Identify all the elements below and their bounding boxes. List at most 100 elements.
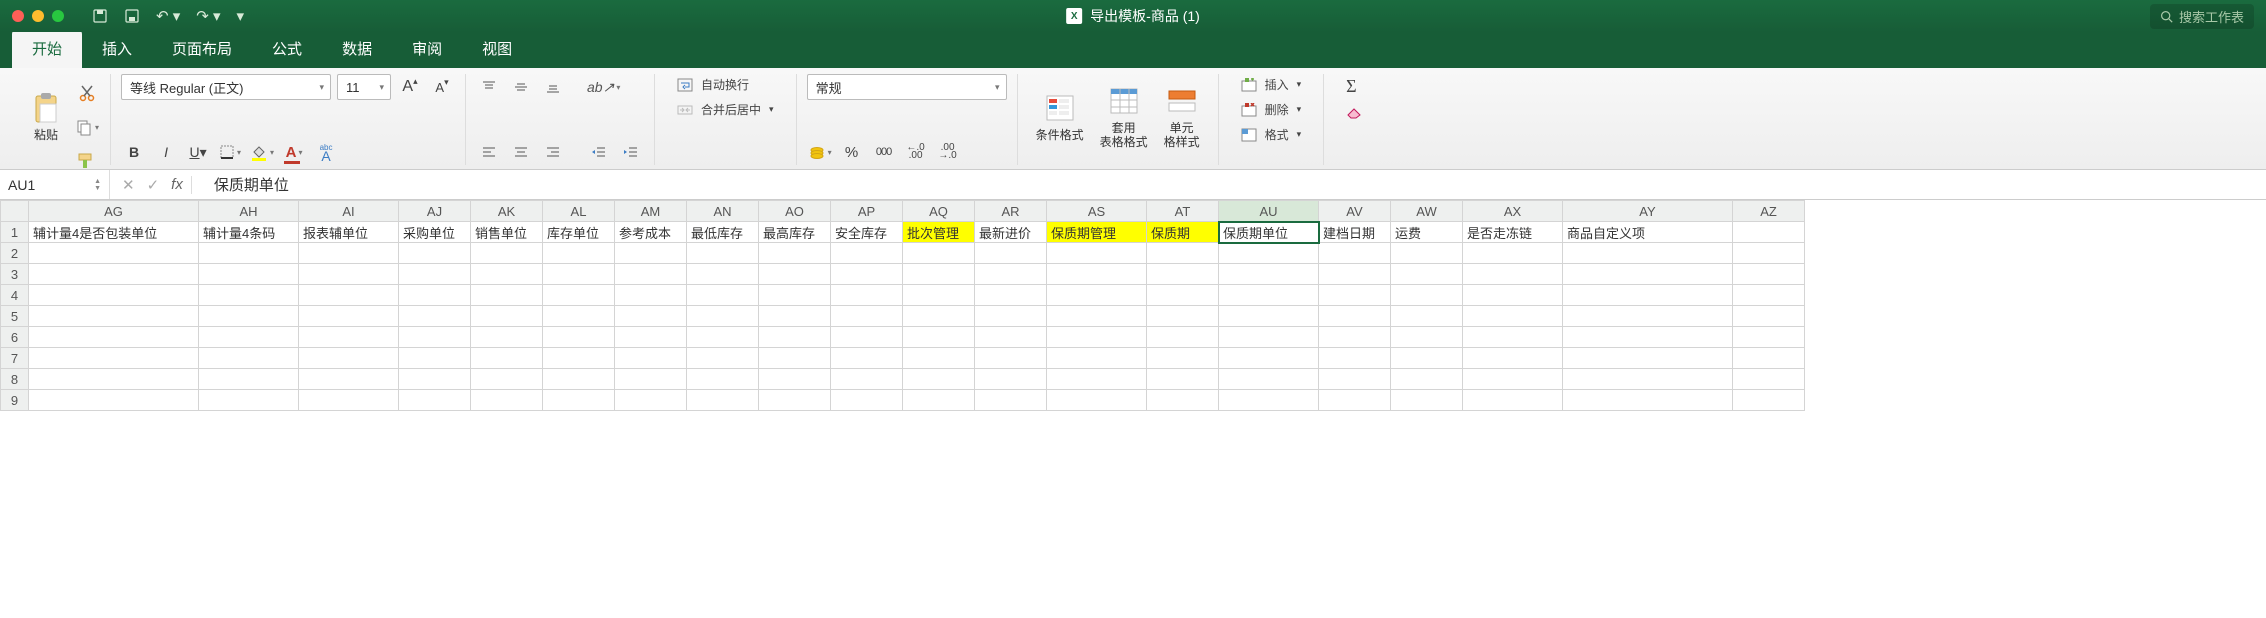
cell[interactable] bbox=[1319, 348, 1391, 369]
cell[interactable]: 建档日期 bbox=[1319, 222, 1391, 243]
cell[interactable] bbox=[471, 348, 543, 369]
cell[interactable] bbox=[975, 390, 1047, 411]
cell[interactable] bbox=[29, 369, 199, 390]
cell[interactable] bbox=[543, 264, 615, 285]
cell[interactable] bbox=[1391, 306, 1463, 327]
cell[interactable] bbox=[1563, 264, 1733, 285]
formula-input[interactable]: 保质期单位 bbox=[204, 174, 2266, 195]
cell[interactable] bbox=[759, 264, 831, 285]
column-header[interactable]: AK bbox=[471, 201, 543, 222]
cell[interactable] bbox=[615, 306, 687, 327]
cell[interactable]: 最新进价 bbox=[975, 222, 1047, 243]
cell[interactable] bbox=[1563, 285, 1733, 306]
clear-button[interactable] bbox=[1342, 103, 1368, 121]
cell[interactable] bbox=[199, 369, 299, 390]
cell[interactable] bbox=[1047, 369, 1147, 390]
column-header[interactable]: AN bbox=[687, 201, 759, 222]
cell[interactable] bbox=[29, 243, 199, 264]
cell[interactable] bbox=[399, 369, 471, 390]
cell[interactable] bbox=[299, 306, 399, 327]
minimize-window[interactable] bbox=[32, 10, 44, 22]
format-cells-button[interactable]: 格式▾ bbox=[1237, 124, 1306, 145]
cell[interactable] bbox=[543, 285, 615, 306]
cell[interactable] bbox=[759, 306, 831, 327]
cell[interactable] bbox=[903, 369, 975, 390]
cell[interactable] bbox=[399, 285, 471, 306]
column-header[interactable]: AX bbox=[1463, 201, 1563, 222]
cell[interactable] bbox=[831, 369, 903, 390]
cell[interactable] bbox=[1733, 369, 1805, 390]
cell[interactable] bbox=[543, 327, 615, 348]
column-header[interactable]: AU bbox=[1219, 201, 1319, 222]
column-header[interactable]: AH bbox=[199, 201, 299, 222]
cell[interactable] bbox=[975, 348, 1047, 369]
cell[interactable] bbox=[1147, 369, 1219, 390]
cancel-formula-icon[interactable]: ✕ bbox=[122, 176, 135, 194]
decrease-indent-button[interactable] bbox=[586, 139, 612, 165]
increase-font-button[interactable]: A▴ bbox=[397, 74, 423, 100]
tab-home[interactable]: 开始 bbox=[12, 30, 82, 68]
cell[interactable] bbox=[687, 327, 759, 348]
cell[interactable] bbox=[299, 327, 399, 348]
cell[interactable] bbox=[903, 327, 975, 348]
save-icon[interactable] bbox=[92, 8, 108, 24]
cell[interactable] bbox=[199, 264, 299, 285]
cell[interactable] bbox=[831, 348, 903, 369]
cell[interactable] bbox=[199, 306, 299, 327]
cell[interactable] bbox=[615, 369, 687, 390]
cell[interactable] bbox=[759, 390, 831, 411]
conditional-formatting-button[interactable]: 条件格式 bbox=[1028, 74, 1092, 160]
cell[interactable] bbox=[759, 348, 831, 369]
cell[interactable] bbox=[29, 306, 199, 327]
tab-insert[interactable]: 插入 bbox=[82, 30, 152, 68]
cell[interactable] bbox=[1147, 348, 1219, 369]
cell[interactable] bbox=[299, 243, 399, 264]
decrease-font-button[interactable]: A▾ bbox=[429, 74, 455, 100]
cell[interactable] bbox=[299, 369, 399, 390]
cell[interactable]: 辅计量4条码 bbox=[199, 222, 299, 243]
row-header[interactable]: 8 bbox=[1, 369, 29, 390]
cell[interactable] bbox=[29, 327, 199, 348]
font-size-select[interactable]: 11 bbox=[337, 74, 391, 100]
cell[interactable] bbox=[831, 285, 903, 306]
format-painter-button[interactable] bbox=[74, 148, 100, 174]
cell[interactable] bbox=[1463, 390, 1563, 411]
align-bottom-button[interactable] bbox=[540, 74, 566, 100]
cell[interactable] bbox=[831, 243, 903, 264]
cell[interactable] bbox=[1733, 285, 1805, 306]
row-header[interactable]: 4 bbox=[1, 285, 29, 306]
cell[interactable]: 辅计量4是否包装单位 bbox=[29, 222, 199, 243]
cell[interactable] bbox=[399, 327, 471, 348]
cell[interactable] bbox=[903, 243, 975, 264]
cell[interactable] bbox=[1563, 348, 1733, 369]
cell[interactable] bbox=[687, 306, 759, 327]
cell[interactable] bbox=[687, 390, 759, 411]
cell[interactable] bbox=[1219, 285, 1319, 306]
paste-button[interactable]: 粘贴 bbox=[22, 74, 70, 160]
increase-indent-button[interactable] bbox=[618, 139, 644, 165]
cell[interactable] bbox=[759, 285, 831, 306]
cell[interactable] bbox=[1733, 264, 1805, 285]
align-right-button[interactable] bbox=[540, 139, 566, 165]
insert-cells-button[interactable]: 插入▾ bbox=[1237, 74, 1306, 95]
cell[interactable] bbox=[1319, 285, 1391, 306]
row-header[interactable]: 6 bbox=[1, 327, 29, 348]
cell[interactable]: 是否走冻链 bbox=[1463, 222, 1563, 243]
cell[interactable] bbox=[687, 264, 759, 285]
cell[interactable] bbox=[1563, 306, 1733, 327]
cell[interactable] bbox=[543, 306, 615, 327]
merge-center-button[interactable]: 合并后居中 ▾ bbox=[673, 99, 778, 120]
spreadsheet-grid[interactable]: AGAHAIAJAKALAMANAOAPAQARASATAUAVAWAXAYAZ… bbox=[0, 200, 2266, 411]
percent-button[interactable]: % bbox=[839, 139, 865, 165]
cell[interactable] bbox=[543, 369, 615, 390]
cell[interactable] bbox=[1463, 264, 1563, 285]
cell[interactable] bbox=[1733, 306, 1805, 327]
cell[interactable] bbox=[903, 306, 975, 327]
tab-data[interactable]: 数据 bbox=[322, 30, 392, 68]
cell[interactable] bbox=[831, 264, 903, 285]
column-header[interactable]: AY bbox=[1563, 201, 1733, 222]
cell[interactable] bbox=[1219, 243, 1319, 264]
underline-button[interactable]: U ▾ bbox=[185, 139, 211, 165]
cell[interactable] bbox=[399, 390, 471, 411]
cell[interactable] bbox=[1147, 327, 1219, 348]
